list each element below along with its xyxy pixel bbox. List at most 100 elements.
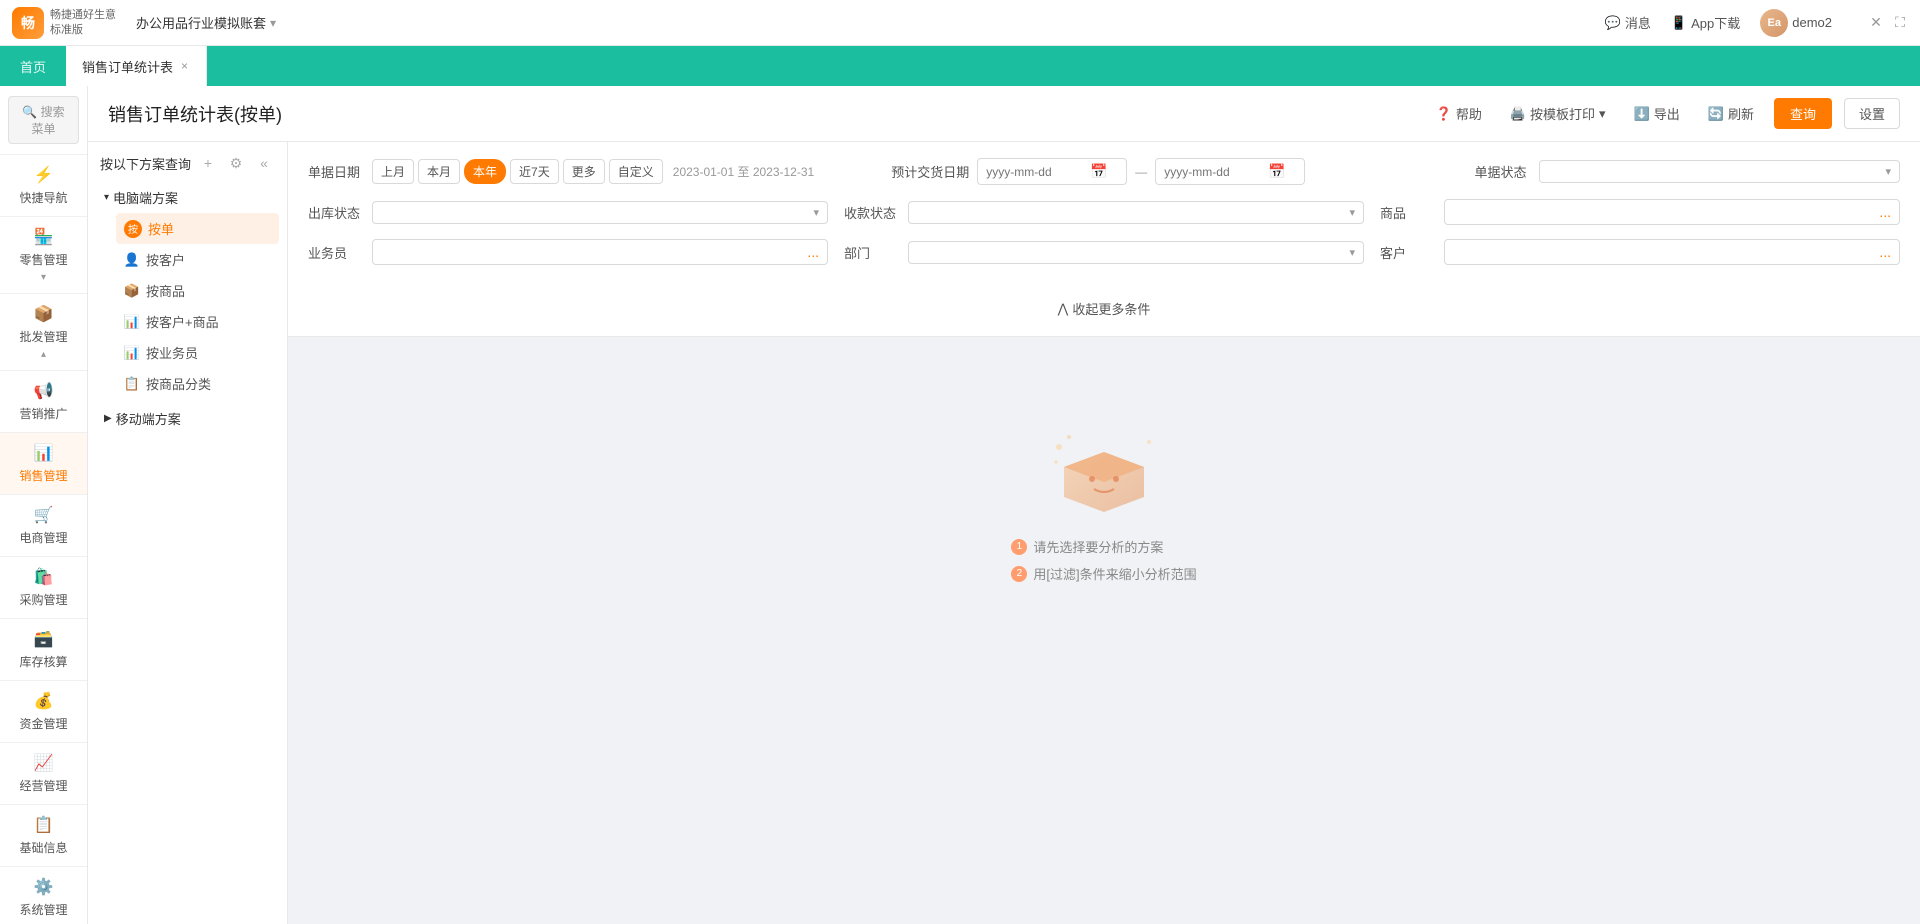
scheme-by-product[interactable]: 📦 按商品 — [116, 275, 279, 306]
mobile-section[interactable]: ▶ 移动端方案 — [96, 403, 279, 434]
left-panel-header: 按以下方案查询 + ⚙ « — [88, 152, 287, 182]
refresh-btn[interactable]: 🔄 刷新 — [1700, 100, 1762, 127]
scheme-by-product-category[interactable]: 📋 按商品分类 — [116, 368, 279, 399]
expected-date-start[interactable]: 📅 — [977, 158, 1127, 185]
calendar-start-icon: 📅 — [1090, 163, 1107, 180]
department-select[interactable]: ▾ — [908, 241, 1364, 264]
customer-label: 客户 — [1380, 243, 1436, 262]
scheme-settings-btn[interactable]: ⚙ — [225, 152, 247, 174]
filter-area: 单据日期 上月 本月 本年 近7天 更多 自定义 2023-01-01 至 20… — [288, 142, 1920, 281]
collapse-btn[interactable]: ⋀ 收起更多条件 — [1050, 291, 1159, 326]
export-icon: ⬇️ — [1634, 106, 1650, 122]
user-menu[interactable]: Ea demo2 — [1760, 9, 1832, 37]
scheme-cust-prod-icon: 📊 — [124, 314, 140, 330]
scheme-customer-icon: 👤 — [124, 252, 140, 268]
tab-close-btn[interactable]: × — [179, 57, 190, 75]
customer-select[interactable]: ... — [1444, 239, 1900, 265]
top-right: 💬 消息 📱 App下载 Ea demo2 ✕ ⛶ — [1605, 9, 1908, 37]
date-label: 单据日期 — [308, 162, 364, 181]
scheme-by-salesperson[interactable]: 📊 按业务员 — [116, 337, 279, 368]
sidebar-item-basic-info[interactable]: 📋 基础信息 — [0, 805, 87, 867]
expected-date-end-input[interactable] — [1164, 165, 1264, 179]
sidebar-item-retail[interactable]: 🏪 零售管理 ▾ — [0, 217, 87, 294]
custom-btn[interactable]: 自定义 — [609, 159, 663, 184]
payment-status-select[interactable]: ▾ — [908, 201, 1364, 224]
this-month-btn[interactable]: 本月 — [418, 159, 460, 184]
add-scheme-btn[interactable]: + — [197, 152, 219, 174]
scheme-by-customer[interactable]: 👤 按客户 — [116, 244, 279, 275]
tab-active[interactable]: 销售订单统计表 × — [66, 46, 207, 86]
department-filter: 部门 ▾ — [844, 241, 1364, 264]
prev-month-btn[interactable]: 上月 — [372, 159, 414, 184]
marketing-icon: 📢 — [34, 381, 54, 401]
tip-num-2: 2 — [1011, 566, 1027, 582]
wholesale-arrow-icon: ▴ — [41, 349, 46, 360]
filter-row-2: 出库状态 ▾ 收款状态 ▾ — [308, 199, 1900, 225]
sidebar-item-marketing[interactable]: 📢 营销推广 — [0, 371, 87, 433]
wholesale-icon: 📦 — [34, 304, 54, 324]
app-download-btn[interactable]: 📱 App下载 — [1671, 13, 1740, 32]
close-window-btn[interactable]: ✕ — [1868, 15, 1884, 31]
page-header: 销售订单统计表(按单) ❓ 帮助 🖨️ 按模板打印 ▾ ⬇️ 导出 🔄 刷新 — [88, 86, 1920, 142]
tip-num-1: 1 — [1011, 539, 1027, 555]
ship-status-select[interactable]: ▾ — [372, 201, 828, 224]
status-label: 单据状态 — [1475, 162, 1531, 181]
goods-dots-icon: ... — [1879, 204, 1891, 220]
inventory-icon: 🗃️ — [34, 629, 54, 649]
expected-date-end[interactable]: 📅 — [1155, 158, 1305, 185]
sidebar-search-btn[interactable]: 🔍 搜索菜单 — [8, 96, 79, 144]
empty-tip-1: 1 请先选择要分析的方案 — [1011, 537, 1196, 556]
tab-home[interactable]: 首页 — [0, 46, 66, 86]
sidebar-item-ecommerce[interactable]: 🛒 电商管理 — [0, 495, 87, 557]
salesperson-select[interactable]: ... — [372, 239, 828, 265]
sidebar-item-sales[interactable]: 📊 销售管理 — [0, 433, 87, 495]
salesperson-filter: 业务员 ... — [308, 239, 828, 265]
print-icon: 🖨️ — [1510, 106, 1526, 122]
right-panel: 单据日期 上月 本月 本年 近7天 更多 自定义 2023-01-01 至 20… — [288, 142, 1920, 924]
empty-state: 1 请先选择要分析的方案 2 用[过滤]条件来缩小分析范围 — [288, 337, 1920, 663]
quick-nav-icon: ⚡ — [34, 165, 54, 185]
settings-btn[interactable]: 设置 — [1844, 98, 1900, 129]
last-7-days-btn[interactable]: 近7天 — [510, 159, 559, 184]
sidebar-item-inventory[interactable]: 🗃️ 库存核算 — [0, 619, 87, 681]
maximize-window-btn[interactable]: ⛶ — [1892, 15, 1908, 31]
mobile-section-label: 移动端方案 — [116, 409, 181, 428]
query-btn[interactable]: 查询 — [1774, 98, 1832, 129]
filter-row-3: 业务员 ... 部门 ▾ — [308, 239, 1900, 265]
message-btn[interactable]: 💬 消息 — [1605, 13, 1651, 32]
scheme-by-customer-product[interactable]: 📊 按客户+商品 — [116, 306, 279, 337]
print-btn[interactable]: 🖨️ 按模板打印 ▾ — [1502, 100, 1614, 127]
status-select[interactable]: ▾ — [1539, 160, 1900, 183]
basic-info-icon: 📋 — [34, 815, 54, 835]
this-year-btn[interactable]: 本年 — [464, 159, 506, 184]
date-separator: — — [1135, 165, 1147, 179]
export-btn[interactable]: ⬇️ 导出 — [1626, 100, 1688, 127]
logo-text: 畅捷通好生意 标准版 — [50, 8, 116, 37]
expected-date-start-input[interactable] — [986, 165, 1086, 179]
scheme-sales-icon: 📊 — [124, 345, 140, 361]
sidebar-item-quick-nav[interactable]: ⚡ 快捷导航 — [0, 155, 87, 217]
panel-collapse-btn[interactable]: « — [253, 152, 275, 174]
help-btn[interactable]: ❓ 帮助 — [1428, 100, 1490, 127]
purchase-icon: 🛍️ — [34, 567, 54, 587]
mobile-arrow-icon: ▶ — [104, 413, 112, 424]
scheme-by-order[interactable]: 按 按单 — [116, 213, 279, 244]
system-icon: ⚙️ — [34, 877, 54, 897]
sidebar-item-system[interactable]: ⚙️ 系统管理 — [0, 867, 87, 924]
app-title: 办公用品行业模拟账套 — [136, 13, 266, 32]
logo-icon: 畅 — [12, 7, 44, 39]
sidebar-item-finance[interactable]: 💰 资金管理 — [0, 681, 87, 743]
scheme-cat-icon: 📋 — [124, 376, 140, 392]
sidebar-item-wholesale[interactable]: 📦 批发管理 ▴ — [0, 294, 87, 371]
ecommerce-icon: 🛒 — [34, 505, 54, 525]
logo-area: 畅 畅捷通好生意 标准版 — [12, 7, 116, 39]
user-avatar: Ea — [1760, 9, 1788, 37]
pc-section[interactable]: ▾ 电脑端方案 — [96, 182, 279, 213]
sidebar: 🔍 搜索菜单 ⚡ 快捷导航 🏪 零售管理 ▾ 📦 批发管理 ▴ 📢 营销推广 📊… — [0, 86, 88, 924]
more-btn[interactable]: 更多 — [563, 159, 605, 184]
sidebar-item-operations[interactable]: 📈 经营管理 — [0, 743, 87, 805]
goods-select[interactable]: ... — [1444, 199, 1900, 225]
sidebar-item-purchase[interactable]: 🛍️ 采购管理 — [0, 557, 87, 619]
filter-row-1: 单据日期 上月 本月 本年 近7天 更多 自定义 2023-01-01 至 20… — [308, 158, 1900, 185]
app-title-arrow-icon[interactable]: ▾ — [270, 16, 276, 30]
